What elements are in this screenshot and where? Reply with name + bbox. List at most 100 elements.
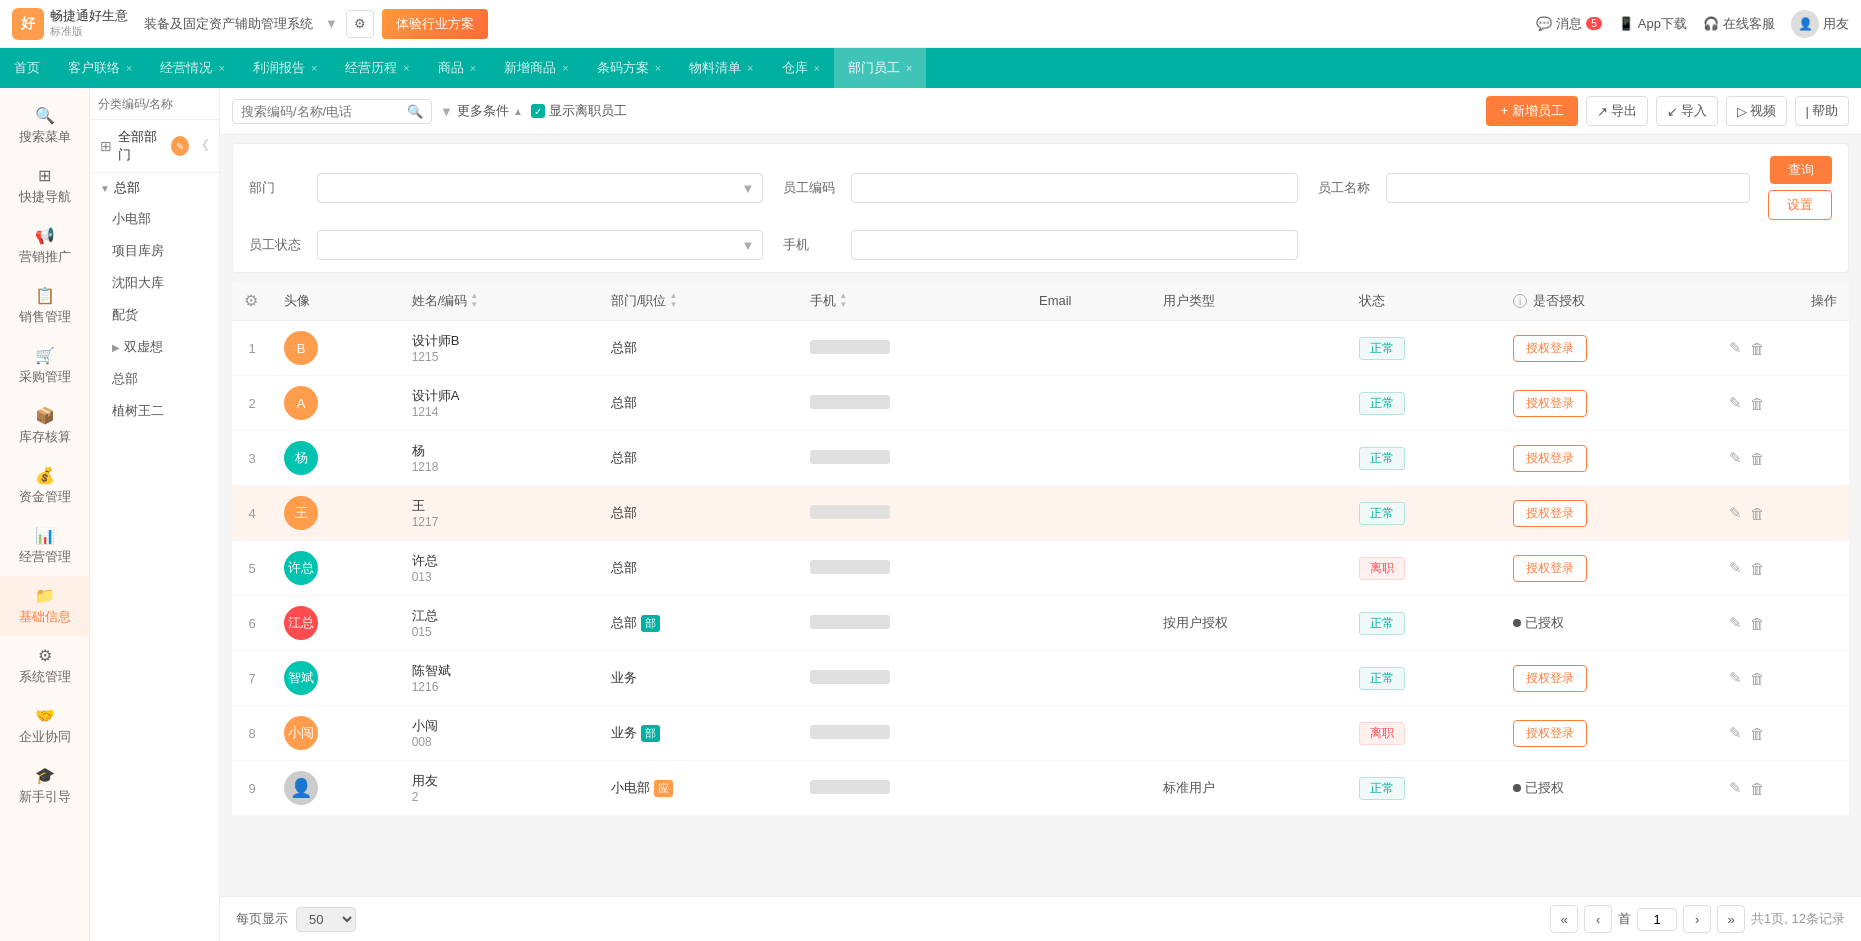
user-button[interactable]: 👤 用友: [1791, 10, 1849, 38]
tab-bom-close[interactable]: ×: [747, 62, 753, 74]
th-name-sortable[interactable]: 姓名/编码 ▲ ▼: [412, 292, 587, 310]
phone-filter-input[interactable]: [851, 230, 1297, 260]
edit-row-icon[interactable]: ✎: [1729, 779, 1742, 797]
tab-history-close[interactable]: ×: [403, 62, 409, 74]
gear-button[interactable]: ⚙: [346, 10, 374, 38]
empname-filter-input[interactable]: [1386, 173, 1750, 203]
tab-bom[interactable]: 物料清单×: [675, 48, 767, 88]
tab-history[interactable]: 经营历程×: [331, 48, 423, 88]
sidebar-item-xiaodianbu[interactable]: 小电部: [90, 203, 219, 235]
video-button[interactable]: ▷ 视频: [1726, 96, 1787, 126]
export-button[interactable]: ↗ 导出: [1586, 96, 1648, 126]
sidebar-item-shuangxu[interactable]: ▶ 双虚想: [90, 331, 219, 363]
sidebar-search-input[interactable]: [98, 97, 220, 111]
edit-row-icon[interactable]: ✎: [1729, 394, 1742, 412]
import-button[interactable]: ↙ 导入: [1656, 96, 1718, 126]
tab-department[interactable]: 部门员工×: [834, 48, 926, 88]
sidebar-item-shenyang[interactable]: 沈阳大库: [90, 267, 219, 299]
auth-login-button[interactable]: 授权登录: [1513, 445, 1587, 472]
delete-row-icon[interactable]: 🗑: [1750, 560, 1765, 577]
left-nav-system[interactable]: ⚙ 系统管理: [0, 636, 89, 696]
left-nav-finance[interactable]: 💰 资金管理: [0, 456, 89, 516]
delete-row-icon[interactable]: 🗑: [1750, 450, 1765, 467]
left-nav-basic[interactable]: 📁 基础信息: [0, 576, 89, 636]
sidebar-group-zongbu[interactable]: ▼ 总部: [90, 173, 219, 203]
empcode-filter-input[interactable]: [851, 173, 1297, 203]
edit-row-icon[interactable]: ✎: [1729, 614, 1742, 632]
tab-warehouse-close[interactable]: ×: [814, 62, 820, 74]
th-name[interactable]: 姓名/编码 ▲ ▼: [400, 281, 599, 321]
tab-customer-close[interactable]: ×: [126, 62, 132, 74]
dept-edit-icon[interactable]: ✎: [171, 136, 189, 156]
delete-row-icon[interactable]: 🗑: [1750, 725, 1765, 742]
edit-row-icon[interactable]: ✎: [1729, 669, 1742, 687]
msg-button[interactable]: 💬 消息 5: [1536, 15, 1602, 33]
page-number-input[interactable]: [1637, 908, 1677, 931]
tab-home[interactable]: 首页: [0, 48, 54, 88]
left-nav-guide[interactable]: 🎓 新手引导: [0, 756, 89, 816]
sidebar-item-zhishu[interactable]: 植树王二: [90, 395, 219, 427]
search-input[interactable]: [241, 104, 401, 119]
auth-login-button[interactable]: 授权登录: [1513, 720, 1587, 747]
table-gear-icon[interactable]: ⚙: [244, 292, 258, 309]
auth-login-button[interactable]: 授权登录: [1513, 335, 1587, 362]
delete-row-icon[interactable]: 🗑: [1750, 780, 1765, 797]
prev-page-button[interactable]: ‹: [1584, 905, 1612, 933]
auth-info-icon[interactable]: i: [1513, 294, 1527, 308]
set-button[interactable]: 设置: [1768, 190, 1832, 220]
tab-goods[interactable]: 商品×: [424, 48, 490, 88]
trial-button[interactable]: 体验行业方案: [382, 9, 488, 39]
edit-row-icon[interactable]: ✎: [1729, 724, 1742, 742]
tab-add-goods-close[interactable]: ×: [562, 62, 568, 74]
search-button[interactable]: 查询: [1770, 156, 1832, 184]
th-dept[interactable]: 部门/职位 ▲ ▼: [599, 281, 798, 321]
next-page-button[interactable]: ›: [1683, 905, 1711, 933]
th-dept-sortable[interactable]: 部门/职位 ▲ ▼: [611, 292, 786, 310]
left-nav-inventory[interactable]: 📦 库存核算: [0, 396, 89, 456]
tab-business-close[interactable]: ×: [218, 62, 224, 74]
edit-row-icon[interactable]: ✎: [1729, 449, 1742, 467]
left-nav-collab[interactable]: 🤝 企业协同: [0, 696, 89, 756]
th-phone-sortable[interactable]: 手机 ▲ ▼: [810, 292, 1015, 310]
sidebar-item-xianmukufang[interactable]: 项目库房: [90, 235, 219, 267]
tab-customer[interactable]: 客户联络×: [54, 48, 146, 88]
first-page-button[interactable]: «: [1550, 905, 1578, 933]
left-nav-marketing[interactable]: 📢 营销推广: [0, 216, 89, 276]
tab-goods-close[interactable]: ×: [470, 62, 476, 74]
tab-warehouse[interactable]: 仓库×: [768, 48, 834, 88]
left-nav-search[interactable]: 🔍 搜索菜单: [0, 96, 89, 156]
tab-profit[interactable]: 利润报告×: [239, 48, 331, 88]
per-page-select[interactable]: 50 100 200: [296, 907, 356, 932]
tab-barcode-close[interactable]: ×: [655, 62, 661, 74]
tab-department-close[interactable]: ×: [906, 62, 912, 74]
auth-login-button[interactable]: 授权登录: [1513, 555, 1587, 582]
tab-add-goods[interactable]: 新增商品×: [490, 48, 582, 88]
edit-row-icon[interactable]: ✎: [1729, 559, 1742, 577]
edit-row-icon[interactable]: ✎: [1729, 339, 1742, 357]
edit-row-icon[interactable]: ✎: [1729, 504, 1742, 522]
tab-barcode[interactable]: 条码方案×: [583, 48, 675, 88]
sidebar-item-zongbu2[interactable]: 总部: [90, 363, 219, 395]
sidebar-item-peihuo[interactable]: 配货: [90, 299, 219, 331]
tab-profit-close[interactable]: ×: [311, 62, 317, 74]
show-resign-checkbox[interactable]: ✓ 显示离职员工: [531, 102, 627, 120]
collapse-sidebar-btn[interactable]: 《: [195, 137, 209, 155]
app-download-button[interactable]: 📱 App下载: [1618, 15, 1687, 33]
auth-login-button[interactable]: 授权登录: [1513, 665, 1587, 692]
left-nav-quicknav[interactable]: ⊞ 快捷导航: [0, 156, 89, 216]
delete-row-icon[interactable]: 🗑: [1750, 395, 1765, 412]
tab-business-status[interactable]: 经营情况×: [146, 48, 238, 88]
more-filter-button[interactable]: ▼ 更多条件 ▲: [440, 102, 523, 120]
delete-row-icon[interactable]: 🗑: [1750, 615, 1765, 632]
delete-row-icon[interactable]: 🗑: [1750, 670, 1765, 687]
auth-login-button[interactable]: 授权登录: [1513, 500, 1587, 527]
empstatus-filter-select[interactable]: ▼: [317, 230, 763, 260]
dept-filter-select[interactable]: ▼: [317, 173, 763, 203]
delete-row-icon[interactable]: 🗑: [1750, 340, 1765, 357]
last-page-button[interactable]: »: [1717, 905, 1745, 933]
search-icon[interactable]: 🔍: [407, 104, 423, 119]
auth-login-button[interactable]: 授权登录: [1513, 390, 1587, 417]
left-nav-purchase[interactable]: 🛒 采购管理: [0, 336, 89, 396]
add-employee-button[interactable]: + 新增员工: [1486, 96, 1577, 126]
th-phone[interactable]: 手机 ▲ ▼: [798, 281, 1027, 321]
